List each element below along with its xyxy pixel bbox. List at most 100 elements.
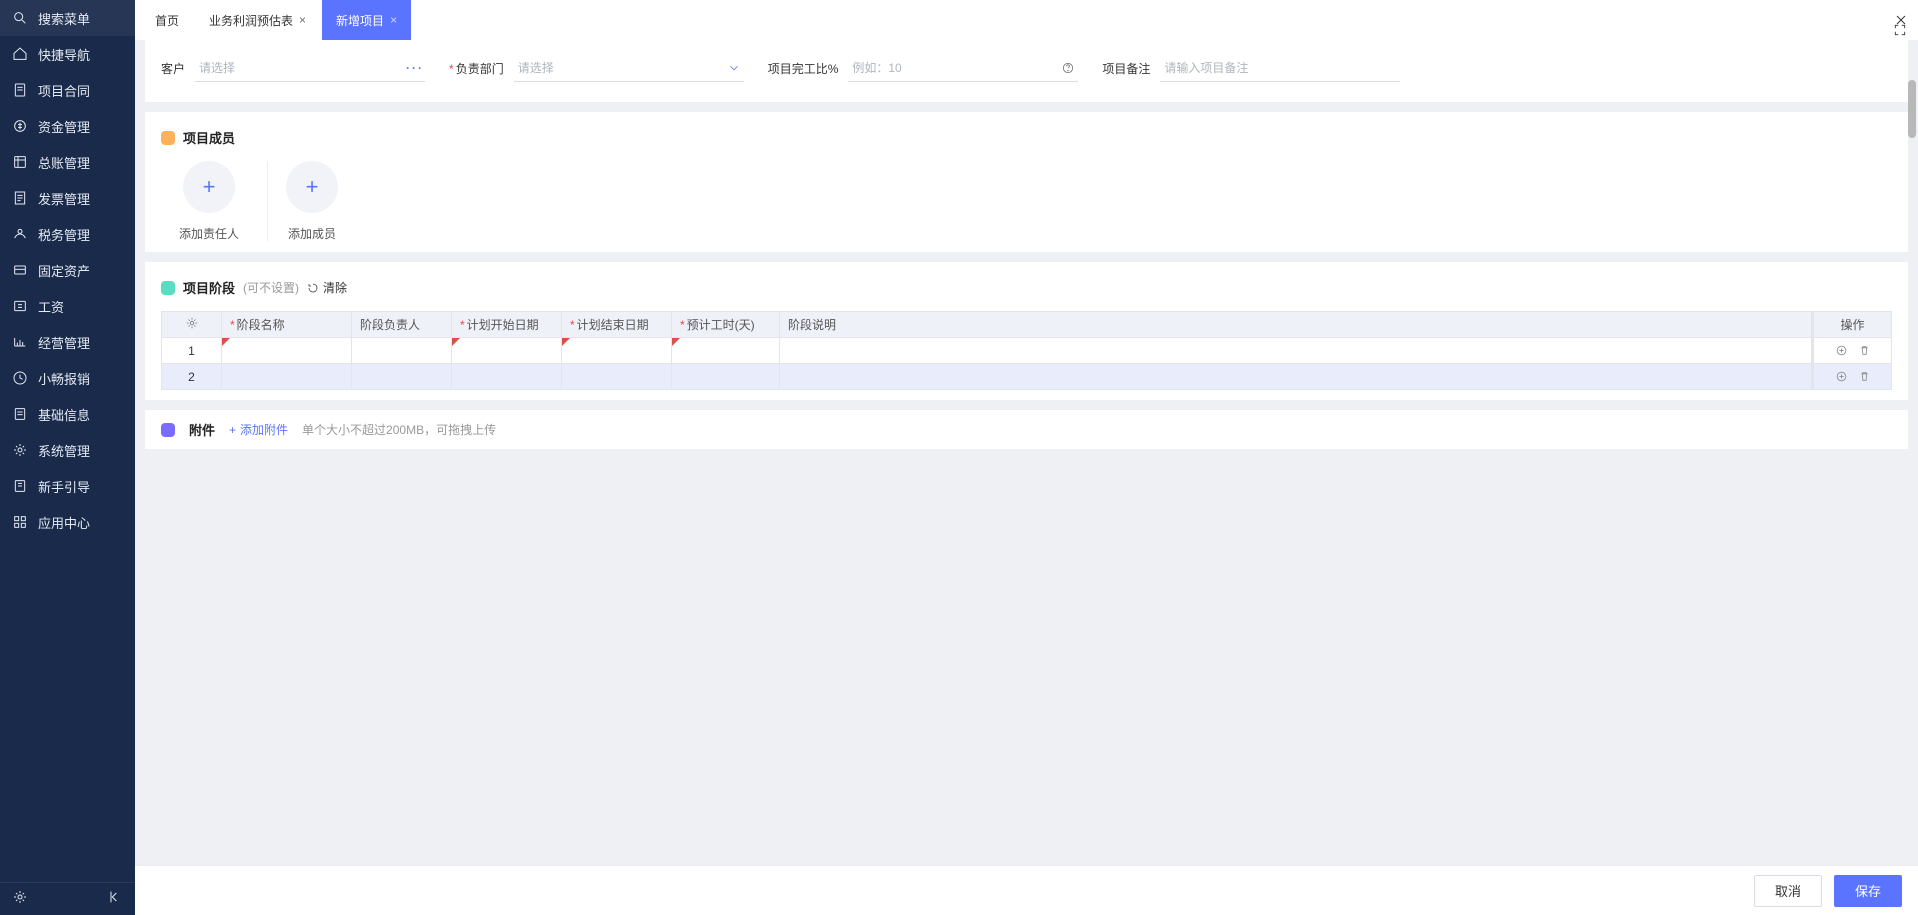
members-row: + 添加责任人 + 添加成员: [161, 161, 1892, 242]
sidebar-item-search[interactable]: 搜索菜单: [0, 0, 135, 36]
col-gear[interactable]: [162, 312, 222, 338]
tab-newproject[interactable]: 新增项目 ×: [322, 0, 411, 40]
sidebar-item-label: 工资: [38, 297, 64, 316]
dept-label: *负责部门: [449, 60, 504, 77]
complete-input[interactable]: [848, 54, 1078, 82]
field-remark: 项目备注: [1102, 54, 1400, 82]
sidebar-item-system[interactable]: 系统管理: [0, 432, 135, 468]
remark-input[interactable]: [1160, 54, 1400, 82]
sidebar-item-appcenter[interactable]: 应用中心: [0, 504, 135, 540]
row-index: 2: [162, 364, 222, 390]
guide-icon: [12, 478, 28, 494]
cell-stage-desc[interactable]: [780, 364, 1812, 390]
sidebar-item-tax[interactable]: 税务管理: [0, 216, 135, 252]
chart-icon: [12, 334, 28, 350]
sidebar-item-label: 总账管理: [38, 153, 90, 172]
scrollbar-thumb[interactable]: [1908, 80, 1916, 138]
add-member-label: 添加成员: [288, 225, 336, 242]
sidebar-item-basicinfo[interactable]: 基础信息: [0, 396, 135, 432]
stage-table-left: *阶段名称 阶段负责人 *计划开始日期 *计划结束日期 *预计工时(天) 阶段说…: [161, 311, 1812, 390]
cell-stage-end[interactable]: [562, 364, 672, 390]
cell-stage-hours[interactable]: [672, 338, 780, 364]
cell-stage-owner[interactable]: [352, 338, 452, 364]
attachment-row: 附件 + 添加附件 单个大小不超过200MB，可拖拽上传: [161, 420, 1892, 439]
row-add-icon[interactable]: [1835, 344, 1848, 357]
sidebar-list: 搜索菜单 快捷导航 项目合同 资金管理 总账管理 发票管理: [0, 0, 135, 882]
stages-header: 项目阶段 (可不设置) 清除: [161, 272, 1892, 311]
table-row[interactable]: 1: [162, 338, 1812, 364]
col-stage-owner: 阶段负责人: [352, 312, 452, 338]
cell-stage-start[interactable]: [452, 338, 562, 364]
sidebar-item-label: 税务管理: [38, 225, 90, 244]
tax-icon: [12, 226, 28, 242]
stages-title: 项目阶段: [183, 278, 235, 297]
tab-profit[interactable]: 业务利润预估表 ×: [195, 0, 320, 40]
tab-close-icon[interactable]: ×: [390, 13, 397, 27]
tab-close-icon[interactable]: ×: [299, 13, 306, 27]
sidebar-item-label: 经营管理: [38, 333, 90, 352]
app-root: 搜索菜单 快捷导航 项目合同 资金管理 总账管理 发票管理: [0, 0, 1918, 915]
col-stage-start: *计划开始日期: [452, 312, 562, 338]
more-icon[interactable]: ···: [407, 60, 423, 76]
sidebar-item-guide[interactable]: 新手引导: [0, 468, 135, 504]
stages-panel: 项目阶段 (可不设置) 清除 *阶段名称: [145, 262, 1908, 400]
add-member-button[interactable]: +: [286, 161, 338, 213]
fullscreen-icon[interactable]: [1886, 10, 1914, 50]
customer-input[interactable]: [195, 54, 425, 82]
attachment-hint: 单个大小不超过200MB，可拖拽上传: [302, 421, 496, 438]
save-button[interactable]: 保存: [1834, 875, 1902, 907]
row-delete-icon[interactable]: [1858, 370, 1871, 383]
sidebar-item-label: 固定资产: [38, 261, 90, 280]
sidebar-item-expense[interactable]: 小畅报销: [0, 360, 135, 396]
row-delete-icon[interactable]: [1858, 344, 1871, 357]
col-stage-end: *计划结束日期: [562, 312, 672, 338]
assets-icon: [12, 262, 28, 278]
help-icon[interactable]: [1060, 60, 1076, 76]
add-attachment-button[interactable]: + 添加附件: [229, 421, 288, 438]
cell-stage-desc[interactable]: [780, 338, 1812, 364]
sidebar-item-salary[interactable]: 工资: [0, 288, 135, 324]
sidebar-item-business[interactable]: 经营管理: [0, 324, 135, 360]
sidebar-item-ledger[interactable]: 总账管理: [0, 144, 135, 180]
cell-stage-name[interactable]: [222, 338, 352, 364]
cell-stage-start[interactable]: [452, 364, 562, 390]
stages-icon: [161, 281, 175, 295]
remark-label: 项目备注: [1102, 60, 1150, 77]
sidebar-item-label: 资金管理: [38, 117, 90, 136]
table-row[interactable]: 2: [162, 364, 1812, 390]
home-icon: [12, 46, 28, 62]
clear-stages-button[interactable]: 清除: [307, 279, 347, 296]
scrollbar[interactable]: [1906, 40, 1918, 865]
cell-stage-end[interactable]: [562, 338, 672, 364]
cell-stage-name[interactable]: [222, 364, 352, 390]
sidebar-item-label: 小畅报销: [38, 369, 90, 388]
content-area: 客户 ··· *负责部门 项目完工比%: [135, 40, 1918, 865]
chevron-down-icon[interactable]: [726, 60, 742, 76]
sidebar-item-contract[interactable]: 项目合同: [0, 72, 135, 108]
attachment-icon: [161, 423, 175, 437]
row-add-icon[interactable]: [1835, 370, 1848, 383]
cell-stage-hours[interactable]: [672, 364, 780, 390]
dept-select[interactable]: [514, 54, 744, 82]
sidebar-item-label: 快捷导航: [38, 45, 90, 64]
form-row: 客户 ··· *负责部门 项目完工比%: [161, 50, 1892, 92]
table-row-action: [1814, 338, 1892, 364]
sidebar-item-invoice[interactable]: 发票管理: [0, 180, 135, 216]
sidebar-item-funds[interactable]: 资金管理: [0, 108, 135, 144]
add-owner-button[interactable]: +: [183, 161, 235, 213]
expense-icon: [12, 370, 28, 386]
sidebar: 搜索菜单 快捷导航 项目合同 资金管理 总账管理 发票管理: [0, 0, 135, 915]
tab-home[interactable]: 首页: [141, 0, 193, 40]
sidebar-item-label: 发票管理: [38, 189, 90, 208]
gear-icon[interactable]: [12, 889, 28, 905]
sidebar-item-label: 系统管理: [38, 441, 90, 460]
customer-label: 客户: [161, 60, 185, 77]
collapse-icon[interactable]: [107, 889, 123, 905]
cancel-button[interactable]: 取消: [1754, 875, 1822, 907]
sidebar-item-assets[interactable]: 固定资产: [0, 252, 135, 288]
sidebar-item-quicknav[interactable]: 快捷导航: [0, 36, 135, 72]
stage-table-actions: 操作: [1812, 311, 1892, 390]
tabbar: 首页 业务利润预估表 × 新增项目 ×: [135, 0, 1918, 40]
cell-stage-owner[interactable]: [352, 364, 452, 390]
sidebar-item-label: 应用中心: [38, 513, 90, 532]
